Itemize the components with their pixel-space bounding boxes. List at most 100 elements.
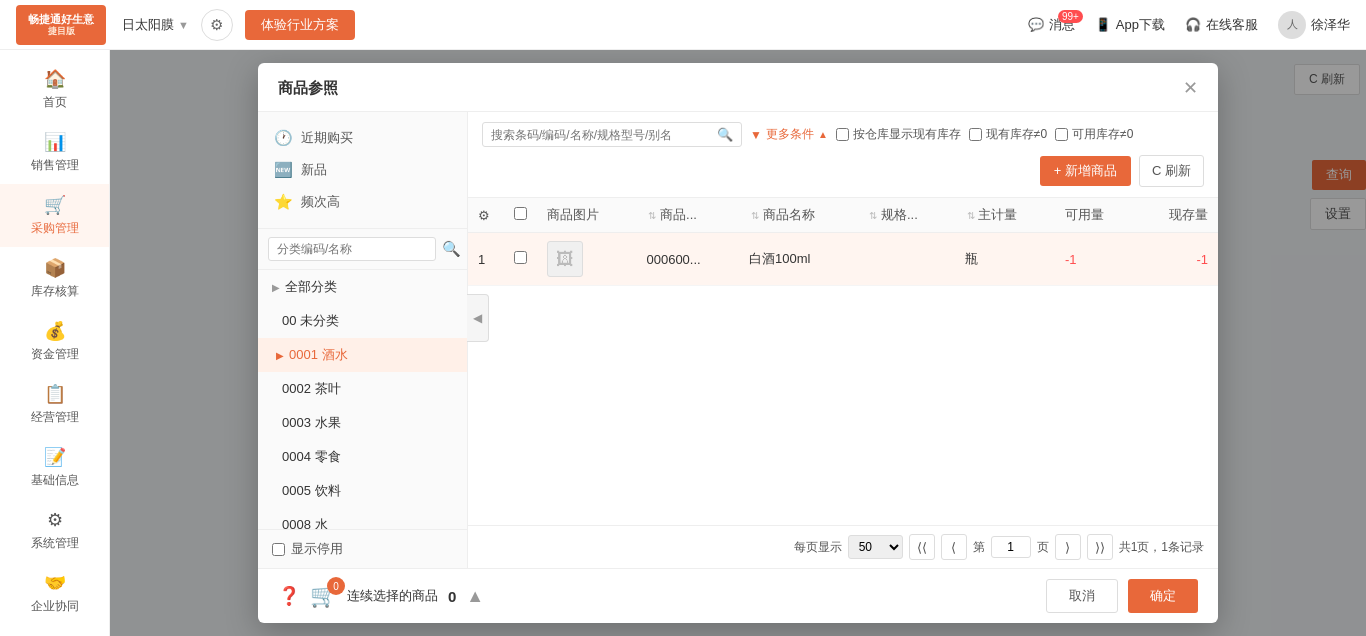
row-checkbox[interactable] (514, 251, 527, 264)
cart-count-badge: 0 (327, 577, 345, 595)
quick-filter-recent[interactable]: 🕐 近期购买 (258, 122, 467, 154)
user-profile-nav-item[interactable]: 人 徐泽华 (1278, 11, 1350, 39)
stock-by-warehouse-label[interactable]: 按仓库显示现有库存 (836, 126, 961, 143)
product-search-icon[interactable]: 🔍 (717, 127, 733, 142)
messages-nav-item[interactable]: 💬 消息 99+ (1028, 16, 1075, 34)
quick-filter-new[interactable]: 🆕 新品 (258, 154, 467, 186)
category-item-all[interactable]: ▶ 全部分类 (258, 270, 467, 304)
row-index-cell: 1 (468, 233, 504, 286)
filter-icon: ▼ (750, 128, 762, 142)
footer-collapse-icon[interactable]: ▲ (466, 586, 484, 607)
sidebar-item-purchase[interactable]: 🛒 采购管理 (0, 184, 109, 247)
category-search-icon[interactable]: 🔍 (442, 240, 461, 258)
store-selector[interactable]: 日太阳膜 ▼ (122, 16, 189, 34)
chevron-left-icon: ◀ (473, 311, 482, 325)
page-input[interactable] (991, 536, 1031, 558)
available-nonzero-checkbox[interactable] (1055, 128, 1068, 141)
col-settings[interactable]: ⚙ (468, 198, 504, 233)
next-page-button[interactable]: ⟩ (1055, 534, 1081, 560)
sidebar-item-system[interactable]: ⚙ 系统管理 (0, 499, 109, 562)
product-search-wrap: 🔍 (482, 122, 742, 147)
home-icon: 🏠 (44, 68, 66, 90)
product-search-input[interactable] (491, 128, 713, 142)
category-item-snack[interactable]: 0004 零食 (258, 440, 467, 474)
confirm-button[interactable]: 确定 (1128, 579, 1198, 613)
product-reference-modal: 商品参照 ✕ 🕐 近期购买 🆕 (258, 63, 1218, 623)
sidebar-item-inventory[interactable]: 📦 库存核算 (0, 247, 109, 310)
row-stock-cell: -1 (1136, 233, 1218, 286)
footer-left: ❓ 🛒 0 连续选择的商品 0 ▲ (278, 583, 1032, 609)
continuous-select-label: 连续选择的商品 (347, 587, 438, 605)
more-filters-button[interactable]: ▼ 更多条件 ▲ (750, 126, 828, 143)
cancel-button[interactable]: 取消 (1046, 579, 1118, 613)
last-page-button[interactable]: ⟩⟩ (1087, 534, 1113, 560)
col-code[interactable]: ⇅ 商品... (636, 198, 739, 233)
select-all-checkbox[interactable] (514, 207, 527, 220)
message-icon: 💬 (1028, 17, 1044, 32)
col-spec[interactable]: ⇅ 规格... (857, 198, 954, 233)
sidebar-item-basic-info[interactable]: 📝 基础信息 (0, 436, 109, 499)
col-unit[interactable]: ⇅ 主计量 (955, 198, 1055, 233)
sidebar-item-guide[interactable]: 🎓 新手引导 (0, 625, 109, 636)
category-list: ▶ 全部分类 00 未分类 ▶ 0001 酒水 0002 茶 (258, 270, 467, 529)
modal-toolbar: 🔍 ▼ 更多条件 ▲ 按仓库显示现有库存 (468, 112, 1218, 198)
page-label: 第 (973, 539, 985, 556)
trial-button[interactable]: 体验行业方案 (245, 10, 355, 40)
col-name[interactable]: ⇅ 商品名称 (739, 198, 857, 233)
new-icon: 🆕 (274, 161, 293, 179)
product-table-wrap: ⚙ 商品图片 (468, 198, 1218, 525)
sidebar: 🏠 首页 📊 销售管理 🛒 采购管理 📦 库存核算 💰 资金管理 📋 经营管理 … (0, 50, 110, 636)
show-disabled-checkbox[interactable] (272, 543, 285, 556)
first-page-button[interactable]: ⟨⟨ (909, 534, 935, 560)
quick-filter-frequent[interactable]: ⭐ 频次高 (258, 186, 467, 218)
sidebar-item-sales[interactable]: 📊 销售管理 (0, 121, 109, 184)
table-row[interactable]: 1 🖼 000600... 白酒100ml (468, 233, 1218, 286)
category-item-water[interactable]: 0008 水 (258, 508, 467, 529)
sort-arrow-icon: ⇅ (648, 210, 656, 221)
refresh-button[interactable]: C 刷新 (1139, 155, 1204, 187)
category-item-beverage[interactable]: 0005 饮料 (258, 474, 467, 508)
row-available-cell: -1 (1055, 233, 1137, 286)
prev-page-button[interactable]: ⟨ (941, 534, 967, 560)
info-icon: 📝 (44, 446, 66, 468)
sort-arrow-icon-name: ⇅ (751, 210, 759, 221)
toolbar-actions: + 新增商品 C 刷新 (1040, 155, 1204, 187)
cart-badge-wrap[interactable]: 🛒 0 (310, 583, 337, 609)
col-checkbox[interactable] (504, 198, 537, 233)
category-item-liquor[interactable]: ▶ 0001 酒水 (258, 338, 467, 372)
sidebar-item-operations[interactable]: 📋 经营管理 (0, 373, 109, 436)
row-checkbox-cell[interactable] (504, 233, 537, 286)
sales-icon: 📊 (44, 131, 66, 153)
category-search-input[interactable] (268, 237, 436, 261)
nonzero-stock-checkbox[interactable] (969, 128, 982, 141)
stock-by-warehouse-checkbox[interactable] (836, 128, 849, 141)
main-layout: 🏠 首页 📊 销售管理 🛒 采购管理 📦 库存核算 💰 资金管理 📋 经营管理 … (0, 50, 1366, 636)
category-item-fruit[interactable]: 0003 水果 (258, 406, 467, 440)
add-product-button[interactable]: + 新增商品 (1040, 156, 1131, 186)
settings-icon[interactable]: ⚙ (201, 9, 233, 41)
sidebar-item-finance[interactable]: 💰 资金管理 (0, 310, 109, 373)
customer-service-nav-item[interactable]: 🎧 在线客服 (1185, 16, 1258, 34)
modal-footer: ❓ 🛒 0 连续选择的商品 0 ▲ 取消 确定 (258, 568, 1218, 623)
logo[interactable]: 畅捷通好生意 捷目版 (16, 5, 106, 45)
show-disabled-label[interactable]: 显示停用 (291, 540, 343, 558)
app-download-nav-item[interactable]: 📱 App下载 (1095, 16, 1165, 34)
sidebar-item-home[interactable]: 🏠 首页 (0, 58, 109, 121)
modal-close-button[interactable]: ✕ (1183, 77, 1198, 99)
system-icon: ⚙ (47, 509, 63, 531)
help-icon[interactable]: ❓ (278, 585, 300, 607)
modal-body: 🕐 近期购买 🆕 新品 ⭐ 频次高 (258, 112, 1218, 568)
nonzero-stock-label[interactable]: 现有库存≠0 (969, 126, 1047, 143)
per-page-select[interactable]: 50 100 200 (848, 535, 903, 559)
selected-count-badge: 0 (448, 588, 456, 605)
available-nonzero-label[interactable]: 可用库存≠0 (1055, 126, 1133, 143)
category-item-uncategorized[interactable]: 00 未分类 (258, 304, 467, 338)
panel-collapse-button[interactable]: ◀ (467, 294, 489, 342)
row-spec-cell (857, 233, 954, 286)
total-records-label: 共1页，1条记录 (1119, 539, 1204, 556)
row-img-cell: 🖼 (537, 233, 636, 286)
avatar: 人 (1278, 11, 1306, 39)
row-code-cell: 000600... (636, 233, 739, 286)
sidebar-item-enterprise[interactable]: 🤝 企业协同 (0, 562, 109, 625)
category-item-tea[interactable]: 0002 茶叶 (258, 372, 467, 406)
